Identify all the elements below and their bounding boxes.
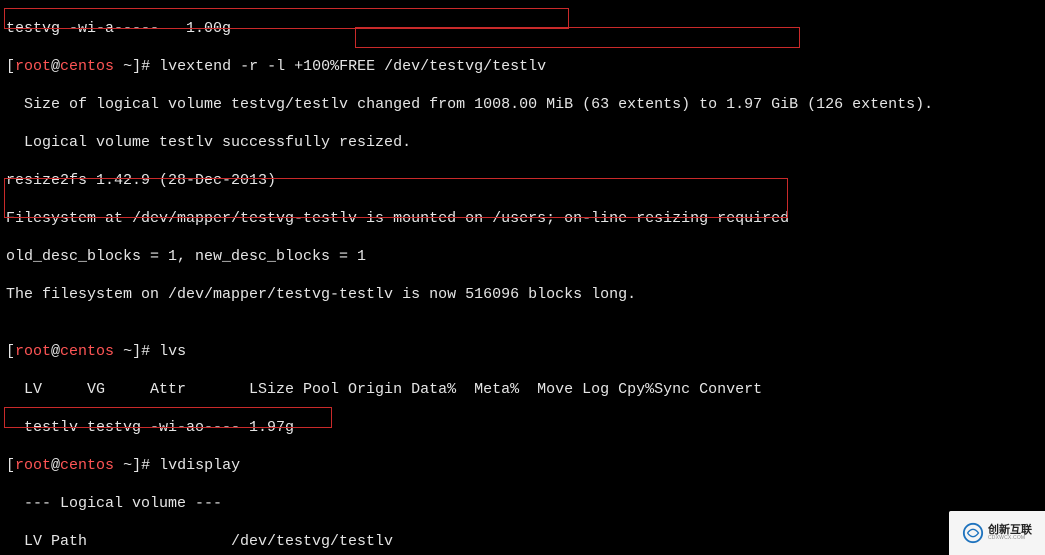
terminal[interactable]: testvg -wi-a----- 1.00g [root@centos ~]#… xyxy=(0,0,1045,555)
prompt-path: ~ xyxy=(123,457,132,474)
prompt-path: ~ xyxy=(123,343,132,360)
command-lvdisplay: lvdisplay xyxy=(159,457,240,474)
size-change-fragment: changed from 1008.00 MiB (63 extents) to… xyxy=(357,96,798,113)
prompt-user: root xyxy=(15,58,51,75)
watermark: 创新互联 CDXWCX.COM xyxy=(949,511,1045,555)
prompt-path: ~ xyxy=(123,58,132,75)
prompt-host: centos xyxy=(60,58,114,75)
truncated-prev-output: testvg -wi-a----- 1.00g xyxy=(6,19,1039,38)
prompt-host: centos xyxy=(60,457,114,474)
prompt-line-2: [root@centos ~]# lvs xyxy=(6,342,1039,361)
prompt-user: root xyxy=(15,343,51,360)
prompt-host: centos xyxy=(60,343,114,360)
lvs-row: testlv testvg -wi-ao---- 1.97g xyxy=(6,418,1039,437)
lvs-header: LV VG Attr LSize Pool Origin Data% Meta%… xyxy=(6,380,1039,399)
prompt-user: root xyxy=(15,457,51,474)
watermark-text-en: CDXWCX.COM xyxy=(988,536,1032,542)
output-line: resize2fs 1.42.9 (28-Dec-2013) xyxy=(6,171,1039,190)
output-size-line: Size of logical volume testvg/testlv cha… xyxy=(6,95,1039,114)
output-line: Logical volume testlv successfully resiz… xyxy=(6,133,1039,152)
lvdisplay-line: --- Logical volume --- xyxy=(6,494,1039,513)
lvdisplay-line: LV Path /dev/testvg/testlv xyxy=(6,532,1039,551)
output-line: The filesystem on /dev/mapper/testvg-tes… xyxy=(6,285,1039,304)
watermark-logo-icon xyxy=(962,522,984,544)
output-line: old_desc_blocks = 1, new_desc_blocks = 1 xyxy=(6,247,1039,266)
command-lvextend: lvextend -r -l +100%FREE /dev/testvg/tes… xyxy=(159,58,546,75)
output-line: Filesystem at /dev/mapper/testvg-testlv … xyxy=(6,209,1039,228)
prompt-line-1: [root@centos ~]# lvextend -r -l +100%FRE… xyxy=(6,57,1039,76)
command-lvs: lvs xyxy=(159,343,186,360)
prompt-line-3: [root@centos ~]# lvdisplay xyxy=(6,456,1039,475)
